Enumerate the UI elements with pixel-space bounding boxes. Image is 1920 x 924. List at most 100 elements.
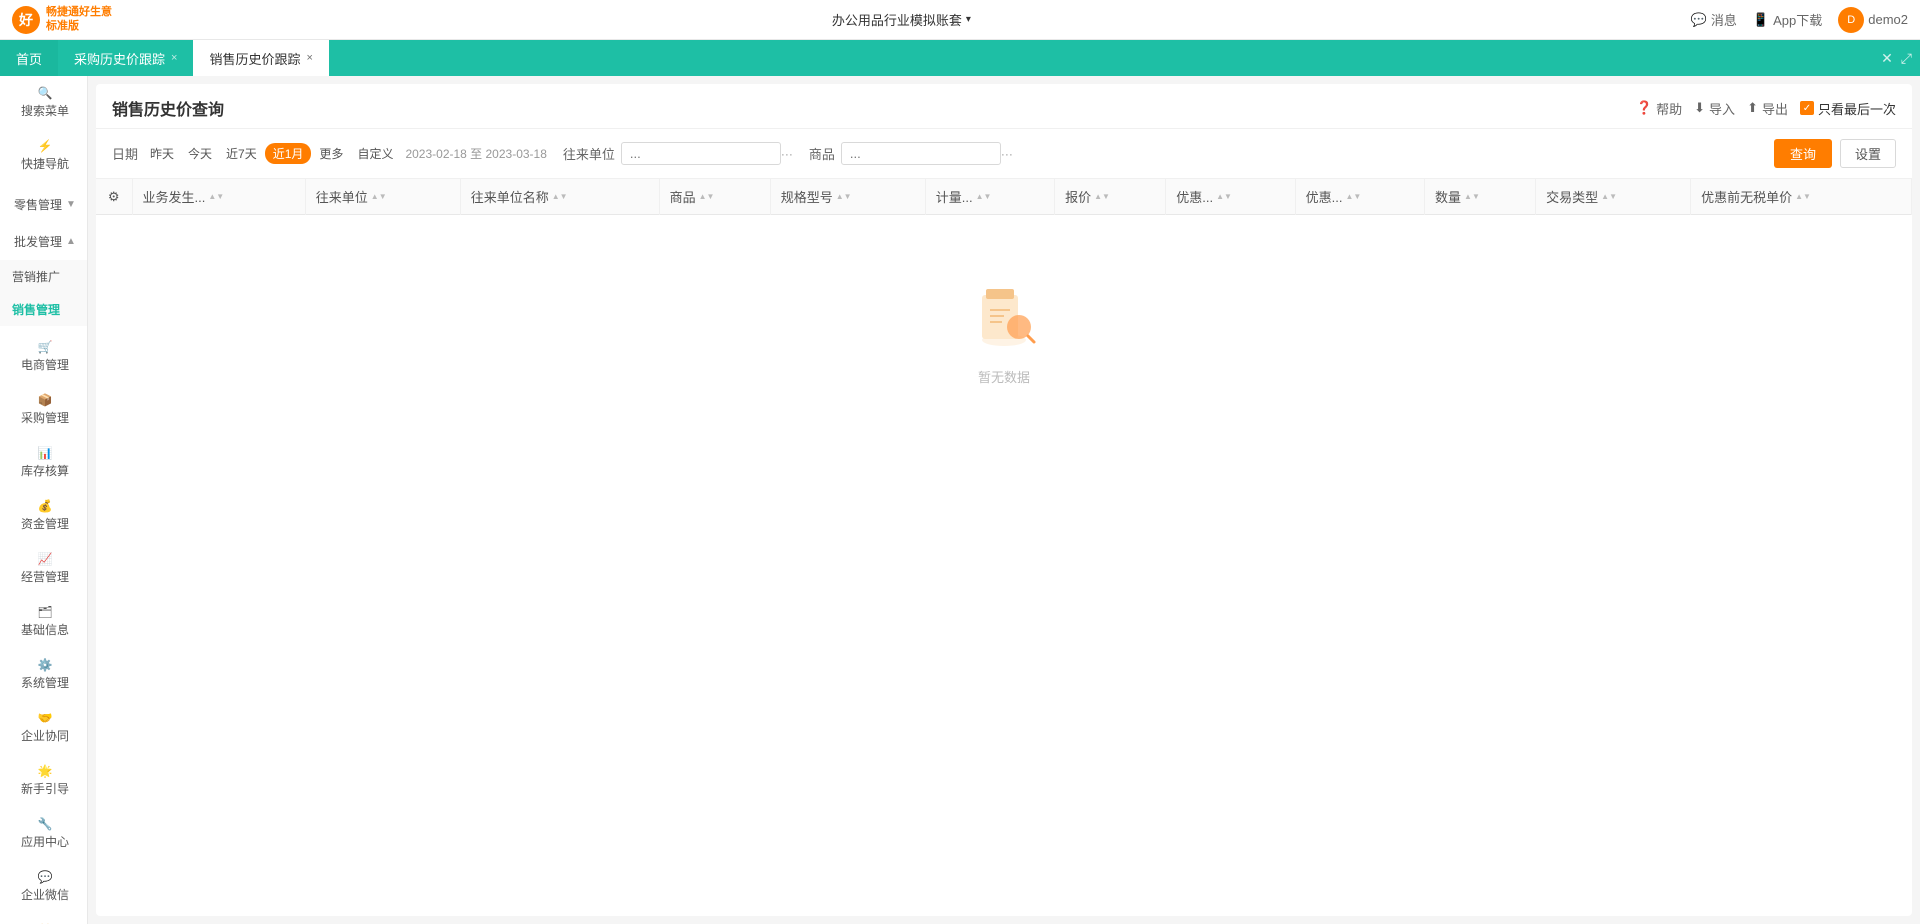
product-filter-group: 商品 ··· xyxy=(809,142,1013,165)
th-quantity[interactable]: 数量 ▲▼ xyxy=(1425,179,1536,215)
sidebar-item-appstore[interactable]: 🔧 应用中心 xyxy=(0,807,87,860)
help-icon: ❓ xyxy=(1636,100,1652,116)
logo-area: 好 畅捷通好生意 标准版 xyxy=(12,6,112,34)
sidebar-item-sales-mgmt[interactable]: 销售管理 xyxy=(0,293,87,326)
table-header-row: ⚙ 业务发生... ▲▼ 往来单位 xyxy=(96,179,1912,215)
page-container: 销售历史价查询 ❓ 帮助 ⬇ 导入 ⬆ 导出 ✓ xyxy=(96,84,1912,916)
sort-arrows-discount2: ▲▼ xyxy=(1345,193,1361,201)
sidebar-item-member[interactable]: 👑 畅会员 xyxy=(0,913,87,924)
th-trade-type[interactable]: 交易类型 ▲▼ xyxy=(1536,179,1691,215)
sidebar-item-purchase[interactable]: 📦 采购管理 xyxy=(0,383,87,436)
th-pretax-price[interactable]: 优惠前无税单价 ▲▼ xyxy=(1691,179,1912,215)
product-input[interactable] xyxy=(841,142,1001,165)
sidebar-item-newbie[interactable]: 🌟 新手引导 xyxy=(0,754,87,807)
th-unit[interactable]: 计量... ▲▼ xyxy=(925,179,1054,215)
tab-purchase-close[interactable]: × xyxy=(171,52,177,64)
purchase-icon: 📦 xyxy=(38,393,53,407)
sidebar-item-system[interactable]: ⚙️ 系统管理 xyxy=(0,648,87,701)
page-actions: ❓ 帮助 ⬇ 导入 ⬆ 导出 ✓ 只看最后一次 xyxy=(1636,99,1896,118)
product-input-wrap: ··· xyxy=(841,142,1013,165)
sort-arrows-partner-code: ▲▼ xyxy=(371,193,387,201)
date-buttons: 昨天 今天 近7天 近1月 更多 自定义 xyxy=(144,143,399,164)
main-layout: 🔍 搜索菜单 ⚡ 快捷导航 零售管理 ▼ 批发管理 ▲ 营销推广 销售管理 🛒 xyxy=(0,76,1920,924)
last-one-checkbox[interactable]: ✓ xyxy=(1800,101,1814,115)
empty-icon xyxy=(964,275,1044,355)
export-btn[interactable]: ⬆ 导出 xyxy=(1747,99,1788,118)
date-range-text: 2023-02-18 至 2023-03-18 xyxy=(405,145,546,162)
th-product[interactable]: 商品 ▲▼ xyxy=(659,179,770,215)
search-icon: 🔍 xyxy=(38,86,53,100)
tab-sales[interactable]: 销售历史价跟踪 × xyxy=(193,40,328,76)
product-input-suffix: ··· xyxy=(1001,147,1013,161)
sidebar-item-operations[interactable]: 📈 经营管理 xyxy=(0,542,87,595)
th-discount2[interactable]: 优惠... ▲▼ xyxy=(1295,179,1424,215)
th-discount1[interactable]: 优惠... ▲▼ xyxy=(1166,179,1295,215)
sidebar-item-ecommerce[interactable]: 🛒 电商管理 xyxy=(0,330,87,383)
sidebar-sub-wholesale: 营销推广 销售管理 xyxy=(0,260,87,326)
enterprise-icon: 🤝 xyxy=(38,711,53,725)
sidebar-item-inventory[interactable]: 📊 库存核算 xyxy=(0,436,87,489)
tab-sales-close[interactable]: × xyxy=(306,52,312,64)
sort-arrows-spec: ▲▼ xyxy=(836,193,852,201)
sidebar-item-basic[interactable]: 🗂 基础信息 xyxy=(0,595,87,648)
th-partner-code[interactable]: 往来单位 ▲▼ xyxy=(305,179,460,215)
tab-actions: ✕ ⤢ xyxy=(1873,40,1920,76)
date-label: 日期 xyxy=(112,144,138,163)
date-btn-more[interactable]: 更多 xyxy=(313,143,349,164)
data-table: ⚙ 业务发生... ▲▼ 往来单位 xyxy=(96,179,1912,215)
sidebar-item-enterprise[interactable]: 🤝 企业协同 xyxy=(0,701,87,754)
filter-bar: 日期 昨天 今天 近7天 近1月 更多 自定义 2023-02-18 至 202… xyxy=(96,129,1912,179)
sidebar-item-marketing[interactable]: 营销推广 xyxy=(0,260,87,293)
download-icon: 📱 xyxy=(1753,12,1769,28)
sidebar-item-weixin[interactable]: 💬 企业微信 xyxy=(0,860,87,913)
date-btn-7days[interactable]: 近7天 xyxy=(220,143,263,164)
top-bar-left: 好 畅捷通好生意 标准版 xyxy=(12,6,112,34)
sidebar-item-search[interactable]: 🔍 搜索菜单 xyxy=(0,76,87,129)
weixin-icon: 💬 xyxy=(38,870,53,884)
top-bar: 好 畅捷通好生意 标准版 办公用品行业模拟账套 ▾ 💬 消息 📱 App下载 D… xyxy=(0,0,1920,40)
tab-home[interactable]: 首页 xyxy=(0,40,58,76)
date-btn-custom[interactable]: 自定义 xyxy=(351,143,399,164)
message-btn[interactable]: 💬 消息 xyxy=(1691,10,1737,29)
sidebar-item-retail[interactable]: 零售管理 ▼ xyxy=(0,186,87,223)
sort-arrows-partner-name: ▲▼ xyxy=(552,193,568,201)
retail-arrow: ▼ xyxy=(66,199,76,210)
export-icon: ⬆ xyxy=(1747,100,1758,116)
window-close-btn[interactable]: ✕ xyxy=(1881,50,1893,67)
sort-arrows-trade-type: ▲▼ xyxy=(1601,193,1617,201)
date-btn-1month[interactable]: 近1月 xyxy=(265,143,312,164)
operations-icon: 📈 xyxy=(38,552,53,566)
settings-btn[interactable]: 设置 xyxy=(1840,139,1896,168)
page-header: 销售历史价查询 ❓ 帮助 ⬇ 导入 ⬆ 导出 ✓ xyxy=(96,84,1912,129)
sidebar-item-finance[interactable]: 💰 资金管理 xyxy=(0,489,87,542)
th-partner-name[interactable]: 往来单位名称 ▲▼ xyxy=(460,179,659,215)
app-download-btn[interactable]: 📱 App下载 xyxy=(1753,10,1822,29)
date-btn-yesterday[interactable]: 昨天 xyxy=(144,143,180,164)
content: 销售历史价查询 ❓ 帮助 ⬇ 导入 ⬆ 导出 ✓ xyxy=(88,76,1920,924)
query-btn[interactable]: 查询 xyxy=(1774,139,1832,168)
user-menu[interactable]: D demo2 xyxy=(1838,7,1908,33)
sort-arrows-pretax-price: ▲▼ xyxy=(1795,193,1811,201)
dropdown-icon[interactable]: ▾ xyxy=(966,14,971,25)
window-maximize-btn[interactable]: ⤢ xyxy=(1901,50,1912,67)
th-spec[interactable]: 规格型号 ▲▼ xyxy=(770,179,925,215)
help-btn[interactable]: ❓ 帮助 xyxy=(1636,99,1682,118)
quick-icon: ⚡ xyxy=(38,139,53,153)
partner-input[interactable] xyxy=(621,142,781,165)
import-btn[interactable]: ⬇ 导入 xyxy=(1694,99,1735,118)
th-settings[interactable]: ⚙ xyxy=(96,179,132,215)
partner-input-wrap: ··· xyxy=(621,142,793,165)
settings-icon[interactable]: ⚙ xyxy=(108,189,120,204)
system-icon: ⚙️ xyxy=(38,658,53,672)
sidebar-item-quick[interactable]: ⚡ 快捷导航 xyxy=(0,129,87,182)
th-quote[interactable]: 报价 ▲▼ xyxy=(1055,179,1166,215)
inventory-icon: 📊 xyxy=(38,446,53,460)
product-label: 商品 xyxy=(809,144,835,163)
top-bar-center: 办公用品行业模拟账套 ▾ xyxy=(832,10,971,29)
tab-purchase[interactable]: 采购历史价跟踪 × xyxy=(58,40,193,76)
sidebar-item-wholesale[interactable]: 批发管理 ▲ xyxy=(0,223,87,260)
th-biz-date[interactable]: 业务发生... ▲▼ xyxy=(132,179,305,215)
import-icon: ⬇ xyxy=(1694,100,1705,116)
last-one-checkbox-wrapper[interactable]: ✓ 只看最后一次 xyxy=(1800,99,1896,118)
date-btn-today[interactable]: 今天 xyxy=(182,143,218,164)
